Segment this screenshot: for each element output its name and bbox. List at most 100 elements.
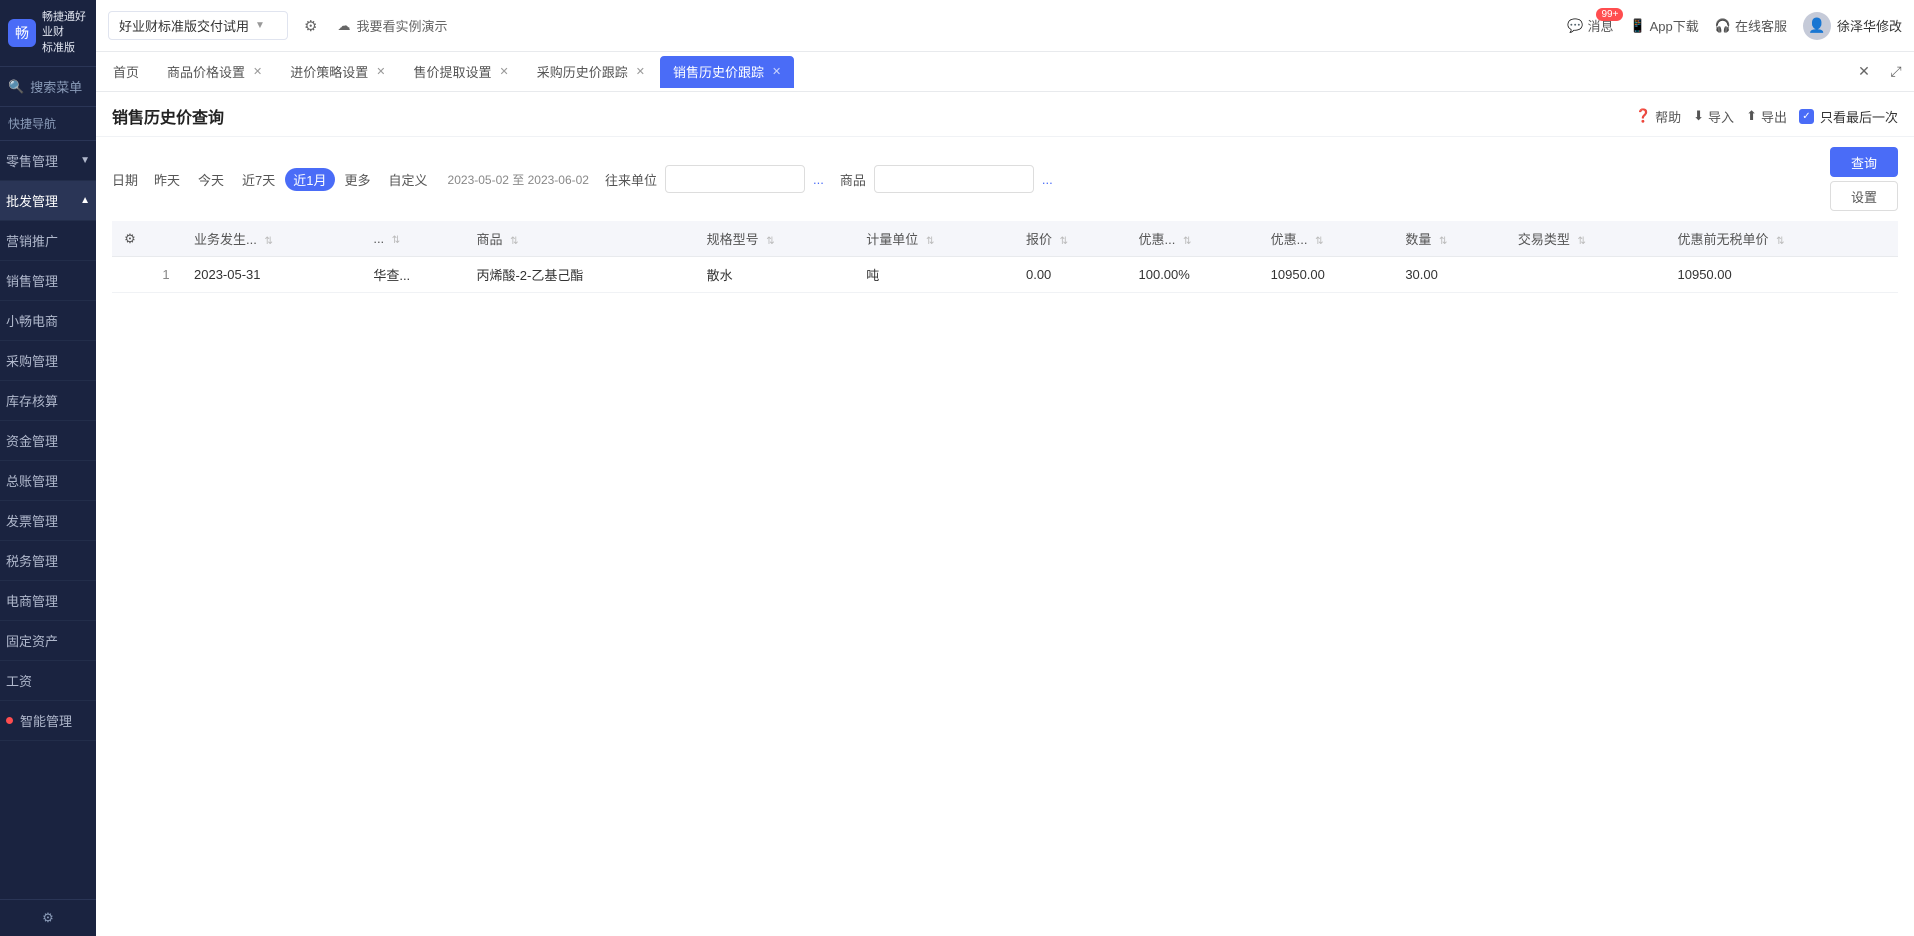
tab-close-icon[interactable]: ✕ [636, 65, 645, 78]
sidebar-item-label: 智能管理 [20, 711, 72, 730]
sort-icon: ⇅ [1439, 236, 1447, 247]
tab-purchase-history[interactable]: 采购历史价跟踪 ✕ [524, 56, 658, 88]
sidebar-item-assets[interactable]: 固定资产 [0, 621, 96, 661]
table-cell-price: 0.00 [1016, 257, 1129, 293]
tab-purchase-strategy[interactable]: 进价策略设置 ✕ [277, 56, 398, 88]
sidebar-item-ledger[interactable]: 总账管理 [0, 461, 96, 501]
headset-icon: 🎧 [1715, 18, 1731, 34]
sort-icon: ⇅ [1776, 236, 1784, 247]
table-col-gear[interactable]: ⚙ [112, 221, 148, 257]
tab-close-icon[interactable]: ✕ [253, 65, 262, 78]
sidebar-item-label: 固定资产 [6, 631, 58, 650]
tab-sale-history[interactable]: 销售历史价跟踪 ✕ [660, 56, 794, 88]
table-cell-product: 丙烯酸-2-乙基己酯 [466, 257, 696, 293]
sidebar-item-label: 税务管理 [6, 551, 58, 570]
date-today-button[interactable]: 今天 [190, 168, 232, 191]
topbar-user-button[interactable]: 👤 徐泽华修改 [1803, 12, 1902, 40]
query-button[interactable]: 查询 [1830, 147, 1898, 177]
date-more-button[interactable]: 更多 [337, 168, 379, 191]
sidebar-item-xiaochang[interactable]: 小畅电商 [0, 301, 96, 341]
table-col-price[interactable]: 报价 ⇅ [1016, 221, 1129, 257]
sidebar-item-sales[interactable]: 销售管理 [0, 261, 96, 301]
table-col-biz-date[interactable]: 业务发生... ⇅ [184, 221, 363, 257]
tab-sale-extract[interactable]: 售价提取设置 ✕ [400, 56, 521, 88]
table-col-discount-amt[interactable]: 优惠... ⇅ [1261, 221, 1396, 257]
sort-icon: ⇅ [1183, 236, 1191, 247]
topbar-gear-button[interactable]: ⚙ [296, 13, 325, 39]
product-more-button[interactable]: ... [1042, 172, 1053, 187]
sidebar-item-wholesale[interactable]: 批发管理 ▲ [0, 181, 96, 221]
sidebar-item-invoice[interactable]: 发票管理 [0, 501, 96, 541]
help-button[interactable]: ❓ 帮助 [1635, 107, 1681, 126]
table-col-qty[interactable]: 数量 ⇅ [1395, 221, 1508, 257]
tab-label: 售价提取设置 [413, 62, 491, 81]
data-table: ⚙ 业务发生... ⇅ ... ⇅ 商品 ⇅ [112, 221, 1898, 293]
table-col-spec[interactable]: 规格型号 ⇅ [697, 221, 857, 257]
topbar-right: 💬 消息 99+ 📱 App下载 🎧 在线客服 👤 徐泽华修改 [1567, 12, 1902, 40]
table-col-discount-pct[interactable]: 优惠... ⇅ [1129, 221, 1261, 257]
sidebar-quicknav[interactable]: 快捷导航 [0, 107, 96, 141]
table-col-pretax-price[interactable]: 优惠前无税单价 ⇅ [1668, 221, 1898, 257]
filter-btn-group: 查询 设置 [1830, 147, 1898, 211]
phone-icon: 📱 [1629, 18, 1645, 34]
source-unit-more-button[interactable]: ... [813, 172, 824, 187]
sidebar-item-smart[interactable]: 智能管理 [0, 701, 96, 741]
product-input[interactable] [874, 165, 1034, 193]
tab-label: 采购历史价跟踪 [537, 62, 628, 81]
date-7days-button[interactable]: 近7天 [234, 168, 283, 191]
help-icon: ❓ [1635, 108, 1651, 124]
tab-label: 销售历史价跟踪 [673, 62, 764, 81]
tab-home[interactable]: 首页 [100, 56, 152, 88]
topbar-selector-label: 好业财标准版交付试用 [119, 16, 249, 35]
table-cell-discount-pct: 100.00% [1129, 257, 1261, 293]
sidebar-item-inventory[interactable]: 库存核算 [0, 381, 96, 421]
sidebar-search[interactable]: 🔍 搜索菜单 [0, 67, 96, 107]
topbar-demo-button[interactable]: ☁ 我要看实例演示 [337, 16, 447, 35]
sidebar-item-tax[interactable]: 税务管理 [0, 541, 96, 581]
tabbar-close-button[interactable]: ✕ [1850, 58, 1878, 86]
source-unit-label: 往来单位 [605, 170, 657, 189]
filter-settings-button[interactable]: 设置 [1830, 181, 1898, 211]
sidebar-item-label: 总账管理 [6, 471, 58, 490]
red-dot-icon [6, 717, 13, 724]
topbar-message-button[interactable]: 💬 消息 99+ [1567, 16, 1613, 35]
cloud-icon: ☁ [337, 18, 350, 34]
table-col-tx-type[interactable]: 交易类型 ⇅ [1508, 221, 1668, 257]
table-col-product[interactable]: 商品 ⇅ [466, 221, 696, 257]
table-header-row: ⚙ 业务发生... ⇅ ... ⇅ 商品 ⇅ [112, 221, 1898, 257]
sidebar-item-label: 销售管理 [6, 271, 58, 290]
sort-icon: ⇅ [766, 236, 774, 247]
date-custom-button[interactable]: 自定义 [381, 168, 436, 191]
date-filter-group: 日期 昨天 今天 近7天 近1月 更多 自定义 2023-05-02 至 202… [112, 168, 589, 191]
topbar-service-button[interactable]: 🎧 在线客服 [1715, 16, 1787, 35]
sidebar-item-purchase[interactable]: 采购管理 [0, 341, 96, 381]
sidebar-item-finance[interactable]: 资金管理 [0, 421, 96, 461]
table-col-unit[interactable]: 计量单位 ⇅ [856, 221, 1016, 257]
topbar-selector[interactable]: 好业财标准版交付试用 ▼ [108, 11, 288, 40]
tabbar-actions: ✕ ⤢ [1850, 58, 1910, 86]
tab-price[interactable]: 商品价格设置 ✕ [154, 56, 275, 88]
sidebar-item-label: 批发管理 [6, 191, 58, 210]
topbar-app-download-button[interactable]: 📱 App下载 [1629, 16, 1698, 35]
table-col-more[interactable]: ... ⇅ [363, 221, 466, 257]
import-button[interactable]: ⬇ 导入 [1693, 107, 1734, 126]
search-icon: 🔍 [8, 79, 24, 95]
tab-close-icon[interactable]: ✕ [772, 65, 781, 78]
sidebar-item-ecommerce[interactable]: 电商管理 [0, 581, 96, 621]
sidebar-item-marketing[interactable]: 营销推广 [0, 221, 96, 261]
tabbar-expand-button[interactable]: ⤢ [1882, 58, 1910, 86]
source-unit-input[interactable] [665, 165, 805, 193]
sidebar-item-label: 发票管理 [6, 511, 58, 530]
tab-close-icon[interactable]: ✕ [500, 65, 509, 78]
date-yesterday-button[interactable]: 昨天 [146, 168, 188, 191]
tab-label: 商品价格设置 [167, 62, 245, 81]
sidebar-item-label: 小畅电商 [6, 311, 58, 330]
sidebar-settings-button[interactable]: ⚙ [0, 899, 96, 936]
date-1month-button[interactable]: 近1月 [285, 168, 334, 191]
only-last-checkbox[interactable]: ✓ 只看最后一次 [1799, 107, 1898, 126]
table-col-num [148, 221, 184, 257]
export-button[interactable]: ⬆ 导出 [1746, 107, 1787, 126]
sidebar-item-payroll[interactable]: 工资 [0, 661, 96, 701]
sidebar-item-retail[interactable]: 零售管理 ▼ [0, 141, 96, 181]
tab-close-icon[interactable]: ✕ [376, 65, 385, 78]
